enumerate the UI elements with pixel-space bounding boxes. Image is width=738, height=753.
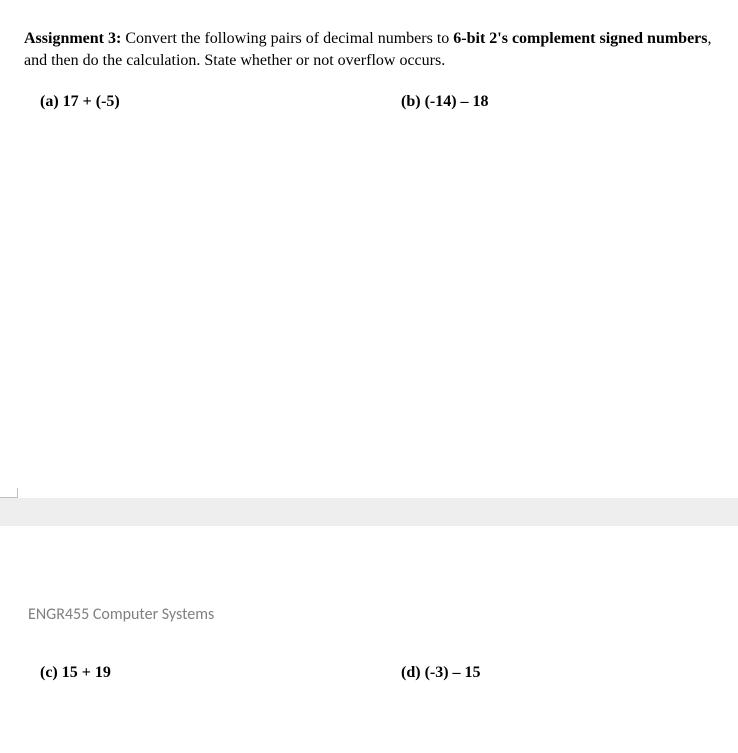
problems-row-2: (c) 15 + 19 (d) (-3) – 15 [24,664,714,682]
problem-d-label: (d) [401,664,425,681]
assignment-text-1: Convert the following pairs of decimal n… [121,30,453,47]
problem-a-expr: 17 + (-5) [63,93,120,110]
course-title: ENGR455 Computer Systems [24,605,714,624]
problem-d: (d) (-3) – 15 [353,664,714,682]
assignment-bold: 6-bit 2's complement signed numbers [453,30,707,47]
assignment-label: Assignment 3: [24,30,121,47]
problem-c-label: (c) [40,664,62,681]
problem-d-expr: (-3) – 15 [425,664,481,681]
assignment-header: Assignment 3: Convert the following pair… [24,28,714,73]
lower-section: ENGR455 Computer Systems (c) 15 + 19 (d)… [0,605,738,682]
problem-a: (a) 17 + (-5) [40,93,353,111]
problem-b-label: (b) [401,93,425,110]
problem-b: (b) (-14) – 18 [353,93,714,111]
problem-b-expr: (-14) – 18 [425,93,489,110]
page-break [0,498,738,526]
page-content: Assignment 3: Convert the following pair… [0,0,738,111]
problem-a-label: (a) [40,93,63,110]
page-separator-bar [0,498,738,526]
page-corner-icon [0,488,18,498]
problem-c: (c) 15 + 19 [40,664,353,682]
problems-row-1: (a) 17 + (-5) (b) (-14) – 18 [24,93,714,111]
problem-c-expr: 15 + 19 [62,664,111,681]
